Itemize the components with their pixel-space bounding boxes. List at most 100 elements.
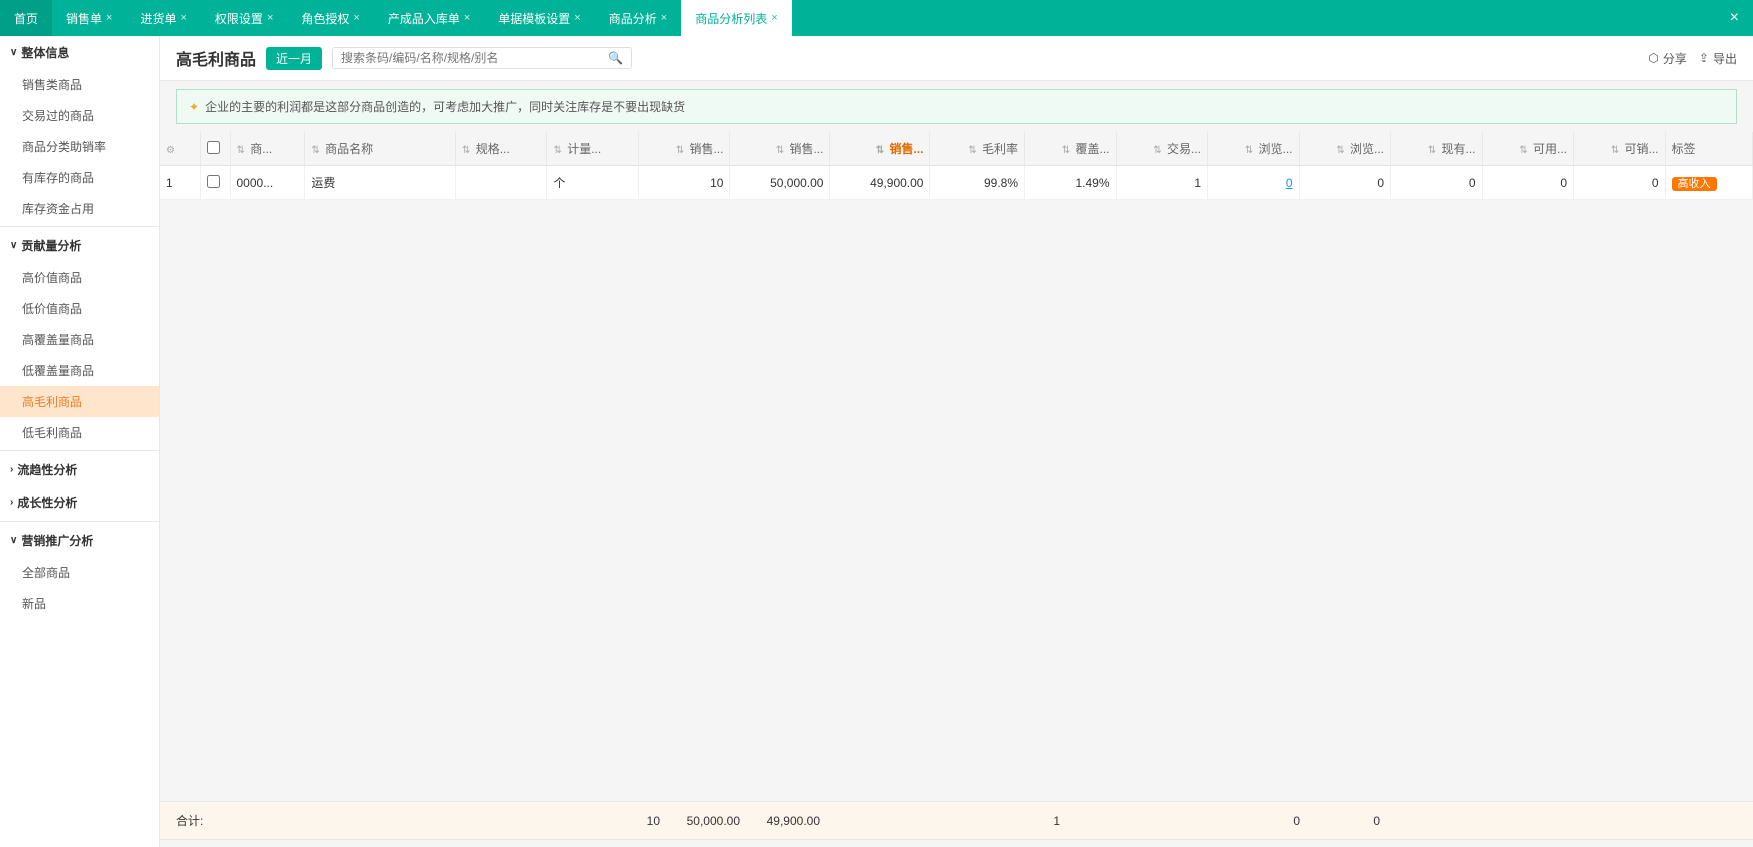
cell-coverage: 1.49%: [1025, 166, 1117, 200]
sidebar-item-sales-goods[interactable]: 销售类商品: [0, 69, 159, 100]
cell-name: 运费: [305, 166, 456, 200]
sort-icon: ⇅: [676, 145, 684, 156]
nav-purchase-order[interactable]: 进货单 ×: [126, 0, 200, 36]
total-available: 0: [1306, 814, 1386, 828]
cell-tag: 高收入: [1665, 166, 1753, 200]
sort-icon: ⇅: [776, 145, 784, 156]
close-icon[interactable]: ×: [106, 12, 112, 24]
nav-product-analysis-list[interactable]: 商品分析列表 ×: [681, 0, 791, 36]
sort-icon: ⇅: [1153, 145, 1161, 156]
close-icon[interactable]: ×: [267, 12, 273, 24]
close-icon[interactable]: ×: [353, 12, 359, 24]
share-icon: ⬡: [1648, 51, 1658, 65]
cell-browse1[interactable]: 0: [1208, 166, 1300, 200]
total-sale-qty: 10: [586, 814, 666, 828]
row-checkbox[interactable]: [207, 175, 220, 188]
cell-code: 0000...: [230, 166, 305, 200]
top-nav: 首页 销售单 × 进货单 × 权限设置 × 角色授权 × 产成品入库单 × 单据…: [0, 0, 1753, 36]
sidebar-item-high-margin[interactable]: 高毛利商品: [0, 386, 159, 417]
sidebar-item-low-margin[interactable]: 低毛利商品: [0, 417, 159, 448]
col-spec-header: ⇅ 规格...: [455, 132, 547, 166]
info-banner: ✦ 企业的主要的利润都是这部分商品创造的，可考虑加大推广，同时关注库存是不要出现…: [176, 89, 1737, 124]
close-icon[interactable]: ×: [661, 12, 667, 24]
close-icon[interactable]: ×: [771, 12, 777, 24]
close-icon[interactable]: ×: [574, 12, 580, 24]
nav-product-analysis[interactable]: 商品分析 ×: [595, 0, 681, 36]
sidebar-item-category-assist-rate[interactable]: 商品分类助销率: [0, 131, 159, 162]
table-header-row: ⚙ ⇅ 商... ⇅ 商品名称 ⇅ 规格...: [160, 132, 1753, 166]
sidebar-item-traded-goods[interactable]: 交易过的商品: [0, 100, 159, 131]
sort-icon: ⇅: [968, 145, 976, 156]
product-table: ⚙ ⇅ 商... ⇅ 商品名称 ⇅ 规格...: [160, 132, 1753, 200]
search-box: 🔍: [332, 47, 632, 69]
sort-icon: ⇅: [876, 145, 884, 156]
cell-transaction: 1: [1116, 166, 1208, 200]
col-current-stock-header: ⇅ 现有...: [1391, 132, 1483, 166]
nav-product-inbound[interactable]: 产成品入库单 ×: [374, 0, 484, 36]
cell-index: 1: [160, 166, 200, 200]
col-name-header: ⇅ 商品名称: [305, 132, 456, 166]
share-button[interactable]: ⬡ 分享: [1648, 50, 1687, 67]
total-sale-amount: 50,000.00: [666, 814, 746, 828]
sidebar-section-overall[interactable]: ∨ 整体信息: [0, 36, 159, 69]
col-transaction-header: ⇅ 交易...: [1116, 132, 1208, 166]
total-current-stock: 0: [1226, 814, 1306, 828]
sidebar-section-flow[interactable]: › 流趋性分析: [0, 453, 159, 486]
close-icon[interactable]: ×: [464, 12, 470, 24]
sidebar: ∨ 整体信息 销售类商品 交易过的商品 商品分类助销率 有库存的商品 库存资金占…: [0, 36, 160, 847]
sidebar-item-high-coverage[interactable]: 高覆盖量商品: [0, 324, 159, 355]
chevron-right-icon: ›: [10, 464, 13, 475]
cell-spec: [455, 166, 547, 200]
close-icon[interactable]: ×: [180, 12, 186, 24]
col-code-header: ⇅ 商...: [230, 132, 305, 166]
col-coverage-header: ⇅ 覆盖...: [1025, 132, 1117, 166]
cell-available: 0: [1482, 166, 1574, 200]
sidebar-item-stock-goods[interactable]: 有库存的商品: [0, 162, 159, 193]
sort-icon: ⇅: [553, 145, 561, 156]
sidebar-section-growth[interactable]: › 成长性分析: [0, 486, 159, 519]
search-input[interactable]: [341, 51, 608, 65]
sort-icon: ⇅: [1062, 145, 1070, 156]
sort-icon: ⇅: [462, 145, 470, 156]
table-wrapper: ⚙ ⇅ 商... ⇅ 商品名称 ⇅ 规格...: [160, 132, 1753, 801]
chevron-right-icon: ›: [10, 497, 13, 508]
cell-unit: 个: [547, 166, 639, 200]
total-label: 合计:: [176, 812, 296, 829]
nav-home[interactable]: 首页: [0, 0, 52, 36]
nav-template-settings[interactable]: 单据模板设置 ×: [484, 0, 594, 36]
sort-icon: ⇅: [1245, 145, 1253, 156]
total-values: 10 50,000.00 49,900.00 1 0 0: [296, 814, 1386, 828]
sidebar-item-low-value[interactable]: 低价值商品: [0, 293, 159, 324]
sort-icon: ⇅: [1611, 145, 1619, 156]
nav-role-auth[interactable]: 角色授权 ×: [287, 0, 373, 36]
cell-sale-qty: 10: [638, 166, 730, 200]
sidebar-item-all-goods[interactable]: 全部商品: [0, 557, 159, 588]
col-browse2-header: ⇅ 浏览...: [1299, 132, 1391, 166]
sidebar-item-low-coverage[interactable]: 低覆盖量商品: [0, 355, 159, 386]
sort-icon: ⇅: [311, 145, 319, 156]
col-checkbox[interactable]: [200, 132, 230, 166]
sidebar-item-stock-capital[interactable]: 库存资金占用: [0, 193, 159, 224]
nav-sales-order[interactable]: 销售单 ×: [52, 0, 126, 36]
search-icon[interactable]: 🔍: [608, 51, 623, 65]
window-close-button[interactable]: ×: [1716, 9, 1753, 27]
select-all-checkbox[interactable]: [207, 141, 220, 154]
footer-total: 合计: 10 50,000.00 49,900.00 1 0 0: [160, 801, 1753, 839]
cell-gross-margin: 99.8%: [930, 166, 1025, 200]
time-filter-button[interactable]: 近一月: [266, 47, 322, 70]
sidebar-section-contribution[interactable]: ∨ 贡献量分析: [0, 229, 159, 262]
col-sellable-header: ⇅ 可销...: [1574, 132, 1666, 166]
sidebar-item-new-goods[interactable]: 新品: [0, 588, 159, 619]
horizontal-scrollbar[interactable]: [160, 839, 1753, 847]
cell-checkbox[interactable]: [200, 166, 230, 200]
col-unit-header: ⇅ 计量...: [547, 132, 639, 166]
export-button[interactable]: ⇪ 导出: [1699, 50, 1737, 67]
page-title: 高毛利商品: [176, 46, 256, 70]
sort-icon: ⇅: [237, 145, 245, 156]
sidebar-item-high-value[interactable]: 高价值商品: [0, 262, 159, 293]
sidebar-section-marketing[interactable]: ∨ 营销推广分析: [0, 524, 159, 557]
cell-sellable: 0: [1574, 166, 1666, 200]
col-gross-margin-header: ⇅ 毛利率: [930, 132, 1025, 166]
content-header: 高毛利商品 近一月 🔍 ⬡ 分享 ⇪ 导出: [160, 36, 1753, 81]
nav-permission-settings[interactable]: 权限设置 ×: [201, 0, 287, 36]
